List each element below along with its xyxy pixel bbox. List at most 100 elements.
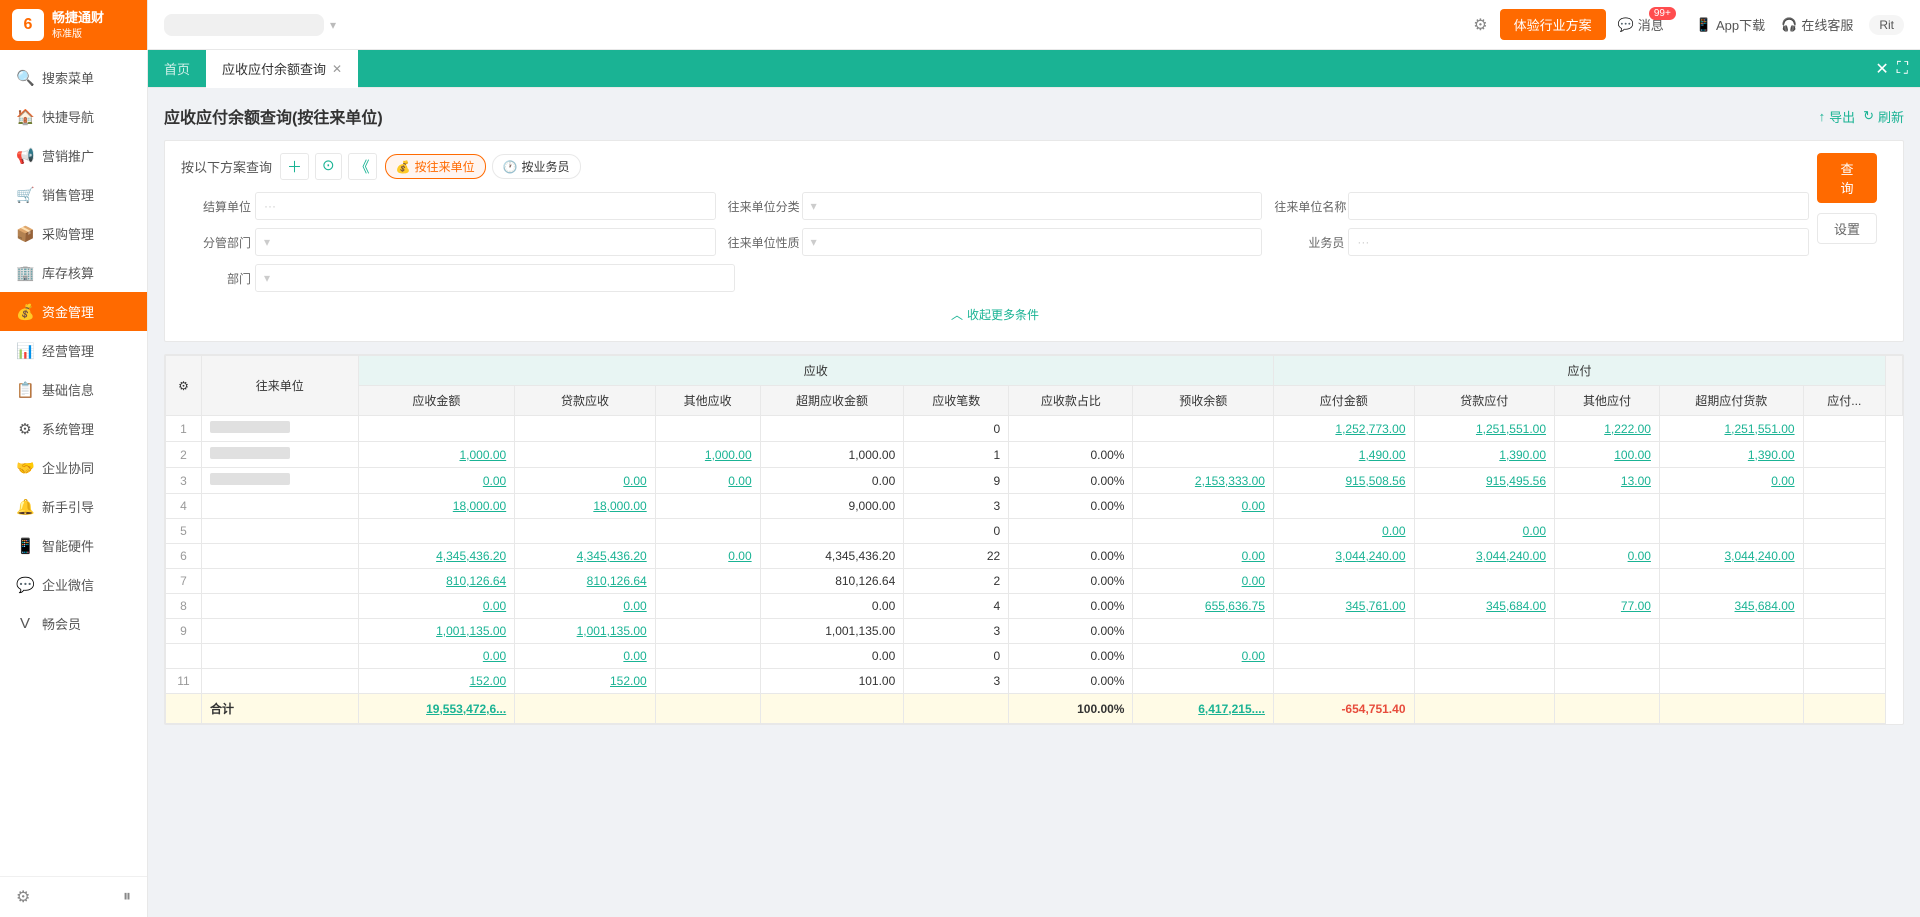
table-cell[interactable]: 0.00: [1555, 544, 1660, 569]
sidebar-item-系统管理[interactable]: ⚙系统管理: [0, 409, 147, 448]
message-button[interactable]: 💬 消息 99+: [1618, 15, 1664, 34]
table-cell[interactable]: 3,044,240.00: [1659, 544, 1803, 569]
table-cell[interactable]: 0.00: [1133, 569, 1274, 594]
table-cell[interactable]: 0.00: [1273, 519, 1414, 544]
table-cell[interactable]: 810,126.64: [515, 569, 656, 594]
table-cell[interactable]: 0.00: [358, 594, 515, 619]
table-cell[interactable]: 0.00: [1133, 644, 1274, 669]
settlement-input[interactable]: ···: [255, 192, 716, 220]
partner-name-input[interactable]: [1348, 192, 1809, 220]
table-cell[interactable]: 1,000.00: [358, 442, 515, 468]
subdept-input[interactable]: ▾: [255, 264, 735, 292]
table-cell[interactable]: 0.00: [1414, 519, 1555, 544]
scheme-item-salesman[interactable]: 🕐 按业务员: [492, 154, 581, 179]
table-cell[interactable]: 0.00: [1133, 494, 1274, 519]
table-cell[interactable]: 345,761.00: [1273, 594, 1414, 619]
refresh-button[interactable]: ↻ 刷新: [1863, 107, 1904, 126]
table-cell[interactable]: 0.00: [1133, 544, 1274, 569]
footer-ar-prepay[interactable]: 6,417,215....: [1133, 694, 1274, 724]
sidebar-item-新手引导[interactable]: 🔔新手引导: [0, 487, 147, 526]
sidebar-item-企业协同[interactable]: 🤝企业协同: [0, 448, 147, 487]
app-download-button[interactable]: 📱 App下载: [1696, 15, 1765, 34]
tabbar-expand-icon[interactable]: ⛶: [1897, 60, 1908, 78]
table-cell: 8: [166, 594, 202, 619]
table-cell[interactable]: 915,508.56: [1273, 468, 1414, 494]
table-cell[interactable]: 2,153,333.00: [1133, 468, 1274, 494]
tab-query[interactable]: 应收应付余额查询 ✕: [206, 50, 358, 88]
table-cell[interactable]: 915,495.56: [1414, 468, 1555, 494]
table-cell[interactable]: 4,345,436.20: [515, 544, 656, 569]
table-cell[interactable]: 0.00: [515, 468, 656, 494]
query-button[interactable]: 查询: [1817, 153, 1877, 203]
table-cell[interactable]: 655,636.75: [1133, 594, 1274, 619]
sidebar-item-基础信息[interactable]: 📋基础信息: [0, 370, 147, 409]
table-cell[interactable]: 0.00: [358, 644, 515, 669]
table-cell[interactable]: 13.00: [1555, 468, 1660, 494]
sidebar-settings-icon[interactable]: ⚙: [16, 887, 30, 907]
sidebar-item-畅会员[interactable]: V畅会员: [0, 604, 147, 643]
table-cell[interactable]: 1,251,551.00: [1414, 416, 1555, 442]
sidebar-item-销售管理[interactable]: 🛒销售管理: [0, 175, 147, 214]
setting-button[interactable]: 设置: [1817, 213, 1877, 244]
table-cell[interactable]: 1,001,135.00: [515, 619, 656, 644]
sidebar-item-搜索菜单[interactable]: 🔍搜索菜单: [0, 58, 147, 97]
table-cell[interactable]: 4,345,436.20: [358, 544, 515, 569]
sidebar-item-资金管理[interactable]: 💰资金管理: [0, 292, 147, 331]
table-cell[interactable]: 1,390.00: [1414, 442, 1555, 468]
breadcrumb-text: [164, 14, 324, 36]
collapse-scheme-button[interactable]: 《: [348, 153, 377, 180]
sidebar-collapse-icon[interactable]: ⏸: [123, 888, 131, 906]
user-menu[interactable]: Rit: [1869, 15, 1904, 35]
table-cell[interactable]: 1,251,551.00: [1659, 416, 1803, 442]
table-cell[interactable]: 152.00: [358, 669, 515, 694]
table-cell: [1803, 569, 1885, 594]
table-cell[interactable]: 1,001,135.00: [358, 619, 515, 644]
tabbar-close-icon[interactable]: ✕: [1875, 59, 1888, 79]
collapse-button[interactable]: ︿ 收起更多条件: [181, 300, 1809, 329]
table-cell[interactable]: 345,684.00: [1414, 594, 1555, 619]
footer-ar-amount[interactable]: 19,553,472,6...: [358, 694, 515, 724]
add-scheme-button[interactable]: ＋: [280, 153, 309, 180]
sidebar-item-快捷导航[interactable]: 🏠快捷导航: [0, 97, 147, 136]
nature-input[interactable]: ▾: [802, 228, 1263, 256]
table-cell[interactable]: 18,000.00: [358, 494, 515, 519]
sidebar-item-企业微信[interactable]: 💬企业微信: [0, 565, 147, 604]
table-cell[interactable]: 1,222.00: [1555, 416, 1660, 442]
table-cell[interactable]: 345,684.00: [1659, 594, 1803, 619]
table-cell[interactable]: 1,000.00: [655, 442, 760, 468]
table-cell[interactable]: 1,252,773.00: [1273, 416, 1414, 442]
table-cell[interactable]: 3,044,240.00: [1273, 544, 1414, 569]
dept-input[interactable]: ▾: [255, 228, 716, 256]
table-cell[interactable]: 100.00: [1555, 442, 1660, 468]
table-cell[interactable]: 810,126.64: [358, 569, 515, 594]
table-cell[interactable]: 1,490.00: [1273, 442, 1414, 468]
table-cell[interactable]: 0.00: [515, 644, 656, 669]
promo-button[interactable]: 体验行业方案: [1500, 9, 1606, 40]
online-service-button[interactable]: 🎧 在线客服: [1781, 15, 1853, 34]
salesman-input[interactable]: ···: [1348, 228, 1809, 256]
table-cell[interactable]: 3,044,240.00: [1414, 544, 1555, 569]
tab-home[interactable]: 首页: [148, 50, 206, 88]
sidebar-item-经营管理[interactable]: 📊经营管理: [0, 331, 147, 370]
sidebar-item-采购管理[interactable]: 📦采购管理: [0, 214, 147, 253]
topnav-gear-icon[interactable]: ⚙: [1473, 15, 1487, 35]
table-cell[interactable]: 0.00: [655, 468, 760, 494]
table-gear-icon[interactable]: ⚙: [178, 379, 189, 393]
edit-scheme-button[interactable]: ⊙: [315, 153, 342, 180]
sidebar-item-库存核算[interactable]: 🏢库存核算: [0, 253, 147, 292]
th-gear[interactable]: ⚙: [166, 356, 202, 416]
sidebar-item-营销推广[interactable]: 📢营销推广: [0, 136, 147, 175]
table-cell[interactable]: 0.00: [358, 468, 515, 494]
table-cell[interactable]: 1,390.00: [1659, 442, 1803, 468]
scheme-item-partner[interactable]: 💰 按往来单位: [385, 154, 486, 179]
table-cell[interactable]: 77.00: [1555, 594, 1660, 619]
table-cell[interactable]: 0.00: [655, 544, 760, 569]
category-input[interactable]: ▾: [802, 192, 1263, 220]
table-cell[interactable]: 18,000.00: [515, 494, 656, 519]
export-button[interactable]: ↑ 导出: [1819, 107, 1856, 126]
table-cell[interactable]: 0.00: [515, 594, 656, 619]
table-cell[interactable]: 152.00: [515, 669, 656, 694]
tab-close-icon[interactable]: ✕: [332, 62, 342, 76]
sidebar-item-智能硬件[interactable]: 📱智能硬件: [0, 526, 147, 565]
table-cell[interactable]: 0.00: [1659, 468, 1803, 494]
